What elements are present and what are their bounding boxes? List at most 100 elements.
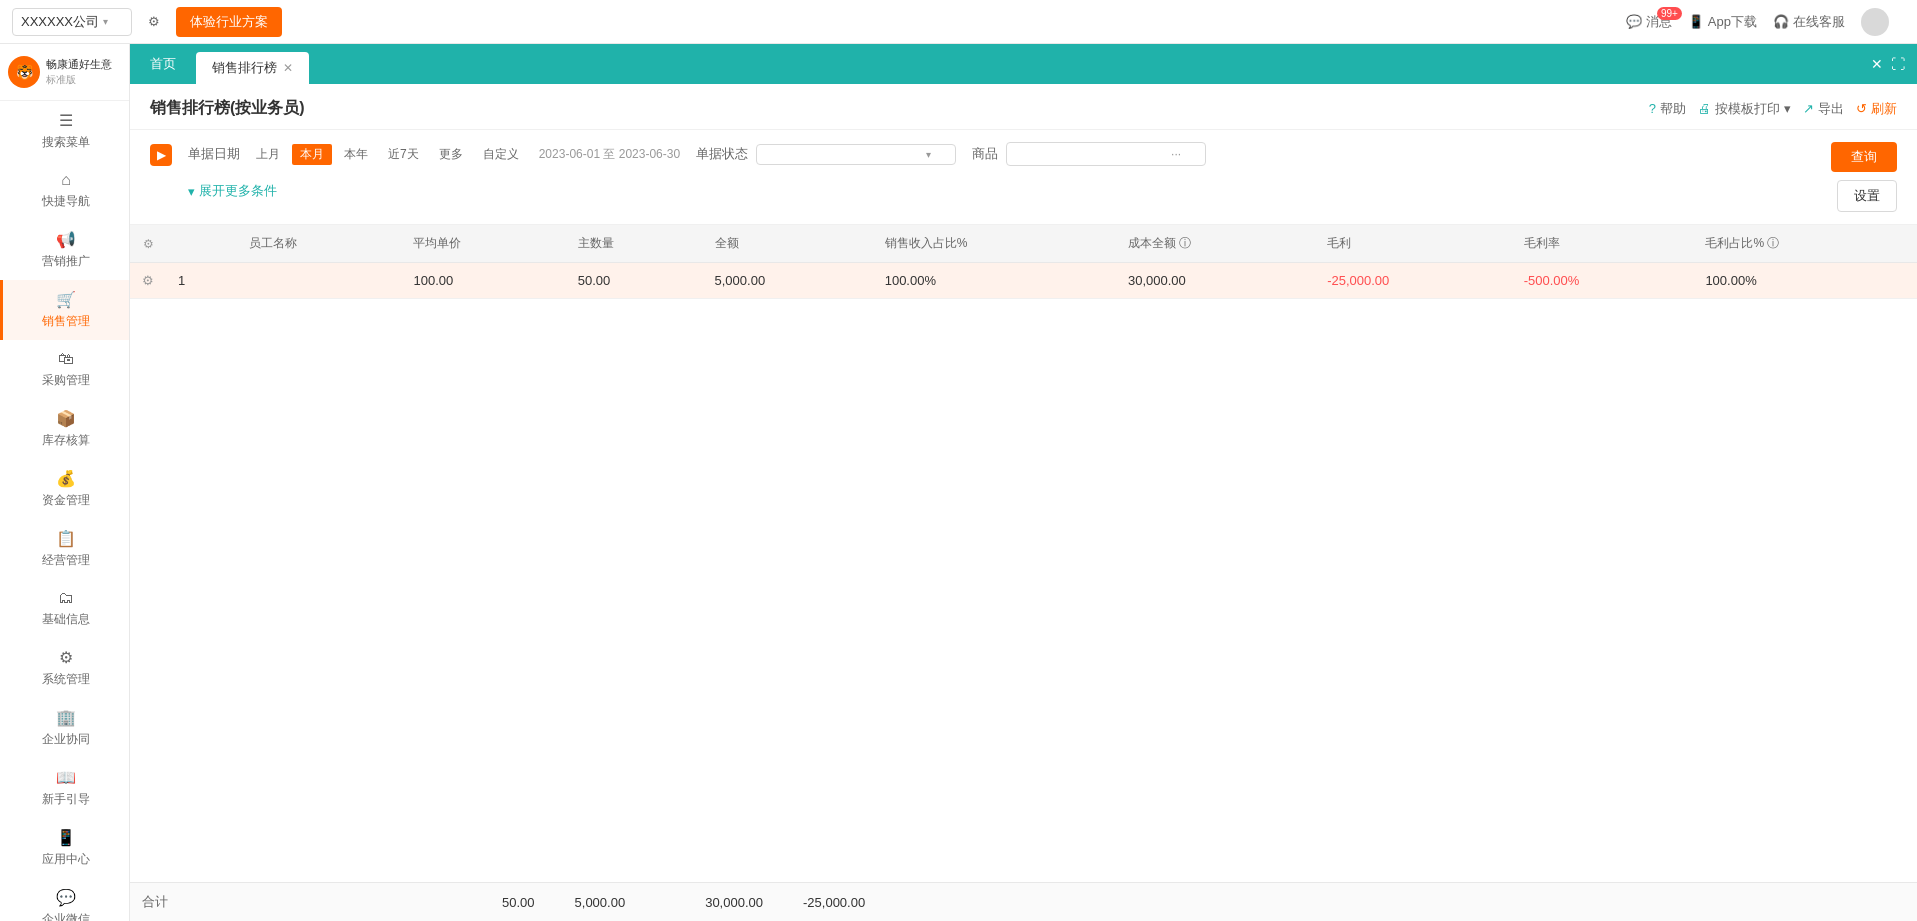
enterprise-icon: 🏢 [56, 708, 76, 727]
query-button[interactable]: 查询 [1831, 142, 1897, 172]
cell-profit-pct: 100.00% [1693, 263, 1917, 299]
footer-qty: 50.00 [502, 895, 535, 910]
online-service-button[interactable]: 🎧 在线客服 [1773, 13, 1845, 31]
col-sales-pct: 销售收入占比% [873, 225, 1116, 263]
sidebar-item-finance[interactable]: 💰 资金管理 [0, 459, 129, 519]
print-chevron-icon: ▾ [1784, 101, 1791, 116]
sales-icon: 🛒 [56, 290, 76, 309]
cell-rank: 1 [166, 263, 237, 299]
template-print-button[interactable]: 🖨 按模板打印 ▾ [1698, 100, 1791, 118]
column-settings-button[interactable]: 设置 [1837, 180, 1897, 212]
sidebar-item-basic-info[interactable]: 🗂 基础信息 [0, 579, 129, 638]
message-icon: 💬 [1626, 14, 1642, 29]
expand-btn[interactable]: ▾ 展开更多条件 [188, 182, 277, 200]
sidebar-item-inventory[interactable]: 📦 库存核算 [0, 399, 129, 459]
filter-toggle-btn[interactable]: ▶ [150, 144, 172, 166]
tab-sales-rank[interactable]: 销售排行榜 ✕ [196, 52, 309, 84]
sidebar-item-quick-nav[interactable]: ⌂ 快捷导航 [0, 161, 129, 220]
table-row: ⚙ 1 100.00 50.00 5,000.00 100.00% 30,000… [130, 263, 1917, 299]
sidebar-label-search-order: 搜索菜单 [42, 134, 90, 151]
footer-amount-value: 5,000.00 [575, 895, 626, 910]
tab-close-window-icon[interactable]: ✕ [1871, 56, 1883, 72]
sidebar-item-enterprise[interactable]: 🏢 企业协同 [0, 698, 129, 758]
table-container: ⚙ 员工名称 平均单价 主数量 全额 销售收入占比% 成本全额 ⓘ 毛利 毛利率… [130, 225, 1917, 882]
sidebar-item-search-order[interactable]: ☰ 搜索菜单 [0, 101, 129, 161]
goods-input[interactable]: ··· [1006, 142, 1206, 166]
col-cost: 成本全额 ⓘ [1116, 225, 1315, 263]
message-button[interactable]: 💬 消息 99+ [1626, 13, 1672, 31]
operations-icon: 📋 [56, 529, 76, 548]
sidebar-label-guide: 新手引导 [42, 791, 90, 808]
sidebar-item-sales[interactable]: 🛒 销售管理 [0, 280, 129, 340]
sidebar-item-guide[interactable]: 📖 新手引导 [0, 758, 129, 818]
pill-this-year[interactable]: 本年 [336, 144, 376, 165]
footer-label-area: 合计 [142, 893, 462, 911]
sidebar-item-purchase[interactable]: 🛍 采购管理 [0, 340, 129, 399]
pill-more[interactable]: 更多 [431, 144, 471, 165]
sidebar-label-sales: 销售管理 [42, 313, 90, 330]
top-bar-right: 💬 消息 99+ 📱 App下载 🎧 在线客服 [1626, 8, 1905, 36]
settings-icon-btn[interactable]: ⚙ [140, 8, 168, 36]
status-chevron-icon: ▾ [926, 149, 931, 160]
pill-last-7days[interactable]: 近7天 [380, 144, 427, 165]
col-profit-rate: 毛利率 [1512, 225, 1694, 263]
cell-qty: 50.00 [566, 263, 703, 299]
pill-this-month[interactable]: 本月 [292, 144, 332, 165]
avatar[interactable] [1861, 8, 1889, 36]
status-label: 单据状态 [696, 145, 748, 163]
tab-home-label: 首页 [150, 55, 176, 73]
sidebar-label-basic-info: 基础信息 [42, 611, 90, 628]
cell-amount: 5,000.00 [703, 263, 873, 299]
status-select[interactable]: ▾ [756, 144, 956, 165]
app-download-button[interactable]: 📱 App下载 [1688, 13, 1757, 31]
sidebar-item-system[interactable]: ⚙ 系统管理 [0, 638, 129, 698]
tab-close-icon[interactable]: ✕ [283, 61, 293, 75]
status-filter-group: 单据状态 ▾ [696, 144, 956, 165]
pill-custom[interactable]: 自定义 [475, 144, 527, 165]
sidebar-item-wechat[interactable]: 💬 企业微信 [0, 878, 129, 921]
sidebar-label-purchase: 采购管理 [42, 372, 90, 389]
basic-info-icon: 🗂 [58, 589, 74, 607]
guide-icon: 📖 [56, 768, 76, 787]
sidebar-label-quick-nav: 快捷导航 [42, 193, 90, 210]
cell-profit-rate: -500.00% [1512, 263, 1694, 299]
help-button[interactable]: ? 帮助 [1649, 100, 1686, 118]
marketing-icon: 📢 [56, 230, 76, 249]
export-button[interactable]: ↗ 导出 [1803, 100, 1844, 118]
sidebar-item-marketing[interactable]: 📢 营销推广 [0, 220, 129, 280]
cell-avg-price: 100.00 [401, 263, 565, 299]
sidebar-item-app-center[interactable]: 📱 应用中心 [0, 818, 129, 878]
page-title: 销售排行榜(按业务员) [150, 98, 305, 119]
purchase-icon: 🛍 [58, 350, 74, 368]
filter-row-1: 单据日期 上月 本月 本年 近7天 更多 自定义 2023-06-01 至 20… [188, 142, 1815, 166]
footer-profit: -25,000.00 [803, 895, 865, 910]
message-badge: 99+ [1657, 7, 1682, 20]
content-area: 首页 销售排行榜 ✕ ✕ ⛶ 销售排行榜(按业务员) ? 帮助 [130, 44, 1917, 921]
col-rank [166, 225, 237, 263]
company-selector[interactable]: XXXXXX公司 ▾ [12, 8, 132, 36]
logo-sub: 标准版 [46, 73, 112, 87]
finance-icon: 💰 [56, 469, 76, 488]
col-amount: 全额 [703, 225, 873, 263]
sidebar-label-wechat: 企业微信 [42, 911, 90, 921]
help-icon: ? [1649, 101, 1656, 116]
arrow-icon: ▶ [157, 148, 166, 162]
sidebar-label-marketing: 营销推广 [42, 253, 90, 270]
print-icon: 🖨 [1698, 101, 1711, 116]
sidebar-label-operations: 经营管理 [42, 552, 90, 569]
tab-home[interactable]: 首页 [130, 44, 196, 84]
page-header-actions: ? 帮助 🖨 按模板打印 ▾ ↗ 导出 ↺ 刷新 [1649, 100, 1897, 118]
tab-maximize-icon[interactable]: ⛶ [1891, 56, 1905, 72]
refresh-button[interactable]: ↺ 刷新 [1856, 100, 1897, 118]
logo-symbol: 🐯 [16, 64, 33, 80]
sidebar-label-inventory: 库存核算 [42, 432, 90, 449]
sales-rank-table: ⚙ 员工名称 平均单价 主数量 全额 销售收入占比% 成本全额 ⓘ 毛利 毛利率… [130, 225, 1917, 299]
sidebar-item-operations[interactable]: 📋 经营管理 [0, 519, 129, 579]
cell-cost: 30,000.00 [1116, 263, 1315, 299]
company-name: XXXXXX公司 [21, 13, 99, 31]
pill-last-month[interactable]: 上月 [248, 144, 288, 165]
sidebar-label-system: 系统管理 [42, 671, 90, 688]
trial-button[interactable]: 体验行业方案 [176, 7, 282, 37]
cell-settings: ⚙ [130, 263, 166, 299]
top-bar: XXXXXX公司 ▾ ⚙ 体验行业方案 💬 消息 99+ 📱 App下载 🎧 在… [0, 0, 1917, 44]
